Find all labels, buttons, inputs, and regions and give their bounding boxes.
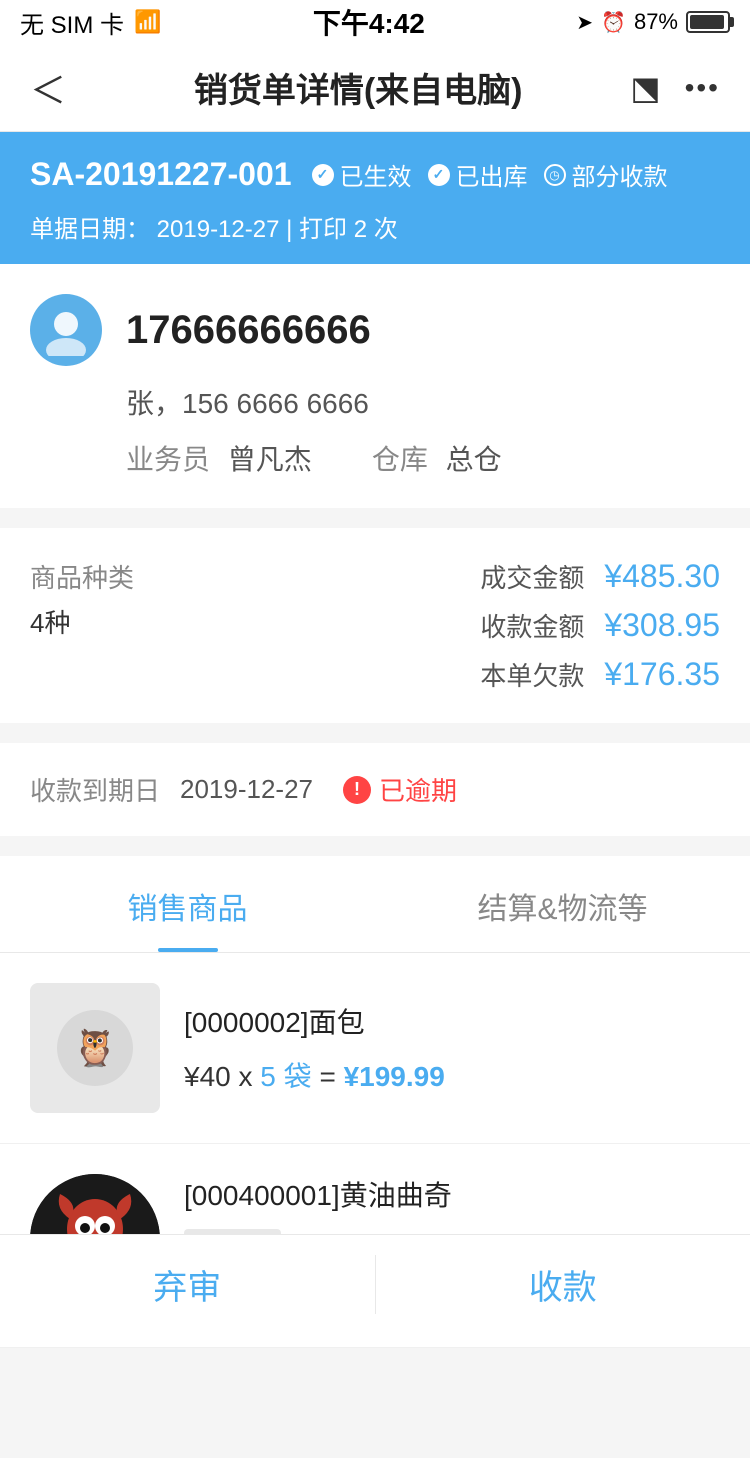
bottom-bar: 弃审 收款 — [0, 1234, 750, 1334]
badge-shipped: ✓ 已出库 — [428, 157, 528, 192]
order-badges: ✓ 已生效 ✓ 已出库 ◷ 部分收款 — [312, 157, 668, 192]
alarm-icon: ⏰ — [601, 10, 626, 35]
stat-deal-amount: 成交金额 ¥485.30 — [480, 558, 720, 595]
reject-button[interactable]: 弃审 — [0, 1235, 375, 1334]
date-label: 单据日期： — [30, 216, 150, 243]
date-separator: | — [286, 216, 299, 243]
overdue-icon: ! — [343, 776, 371, 804]
status-left: 无 SIM 卡 📶 — [20, 5, 161, 40]
stats-left: 商品种类 4种 — [30, 558, 134, 640]
status-time: 下午4:42 — [313, 2, 425, 42]
print-label: 打印 — [299, 216, 347, 243]
tabs-section: 销售商品 结算&物流等 — [0, 856, 750, 953]
warehouse-label: 仓库 — [372, 444, 428, 475]
battery-indicator — [686, 11, 730, 33]
product-name-2: [000400001]黄油曲奇 — [184, 1174, 720, 1214]
print-unit: 次 — [374, 216, 398, 243]
due-section: 收款到期日 2019-12-27 ! 已逾期 — [0, 743, 750, 836]
avatar-icon — [40, 304, 92, 356]
product-thumb-1: 🦉 — [30, 983, 160, 1113]
customer-contact: 张，156 6666 6666 — [126, 382, 720, 422]
share-button[interactable]: ⬔ — [630, 69, 660, 107]
check-icon-2: ✓ — [428, 164, 450, 186]
back-button[interactable]: ＜ — [30, 62, 66, 114]
product-placeholder-1: 🦉 — [30, 983, 160, 1113]
carrier-label: 无 SIM 卡 — [20, 5, 124, 40]
product-price-1: ¥40 — [184, 1061, 231, 1092]
stats-right: 成交金额 ¥485.30 收款金额 ¥308.95 本单欠款 ¥176.35 — [480, 558, 720, 693]
tab-sales-products[interactable]: 销售商品 — [0, 856, 375, 952]
product-price-row-1: ¥40 x 5 袋 = ¥199.99 — [184, 1055, 720, 1095]
stat-owed-amount: 本单欠款 ¥176.35 — [480, 656, 720, 693]
product-placeholder-icon-1: 🦉 — [55, 1008, 135, 1088]
product-unit-1: 袋 — [284, 1061, 312, 1092]
stats-section: 商品种类 4种 成交金额 ¥485.30 收款金额 ¥308.95 本单欠款 ¥… — [0, 528, 750, 723]
status-bar: 无 SIM 卡 📶 下午4:42 ➤ ⏰ 87% — [0, 0, 750, 44]
badge-effective: ✓ 已生效 — [312, 157, 412, 192]
tabs-row: 销售商品 结算&物流等 — [0, 856, 750, 953]
collect-button[interactable]: 收款 — [376, 1235, 750, 1334]
customer-id: 17666666666 — [126, 308, 371, 353]
order-id: SA-20191227-001 — [30, 156, 292, 193]
customer-section: 17666666666 张，156 6666 6666 业务员 曾凡杰 仓库 总… — [0, 264, 750, 508]
status-right: ➤ ⏰ 87% — [576, 9, 730, 35]
overdue-label: 已逾期 — [379, 771, 457, 808]
product-info-1: [0000002]面包 ¥40 x 5 袋 = ¥199.99 — [184, 983, 720, 1113]
more-button[interactable]: ••• — [685, 72, 720, 104]
product-types-value: 4种 — [30, 603, 134, 640]
customer-meta: 业务员 曾凡杰 仓库 总仓 — [126, 438, 720, 478]
customer-row: 17666666666 — [30, 294, 720, 366]
order-date-row: 单据日期： 2019-12-27 | 打印 2 次 — [30, 209, 720, 244]
badge-partial: ◷ 部分收款 — [544, 157, 668, 192]
battery-percent: 87% — [634, 9, 678, 35]
sales-rep-label: 业务员 — [126, 444, 210, 475]
nav-actions: ⬔ ••• — [630, 69, 720, 107]
order-header: SA-20191227-001 ✓ 已生效 ✓ 已出库 ◷ 部分收款 单据日期：… — [0, 132, 750, 264]
sales-rep-value: 曾凡杰 — [228, 444, 312, 475]
svg-text:🦉: 🦉 — [73, 1027, 118, 1068]
page-title: 销货单详情(来自电脑) — [86, 63, 630, 112]
product-qty-1: 5 — [260, 1061, 276, 1092]
wifi-icon: 📶 — [134, 9, 161, 35]
nav-bar: ＜ 销货单详情(来自电脑) ⬔ ••• — [0, 44, 750, 132]
avatar — [30, 294, 102, 366]
print-count: 2 — [354, 216, 367, 243]
product-total-1: ¥199.99 — [344, 1061, 445, 1092]
due-label: 收款到期日 — [30, 771, 160, 808]
stat-received-amount: 收款金额 ¥308.95 — [480, 607, 720, 644]
date-value: 2019-12-27 — [157, 216, 280, 243]
check-icon: ✓ — [312, 164, 334, 186]
product-item-1: 🦉 [0000002]面包 ¥40 x 5 袋 = ¥199.99 — [0, 953, 750, 1144]
tab-settlement[interactable]: 结算&物流等 — [375, 856, 750, 952]
warehouse-value: 总仓 — [446, 444, 502, 475]
due-date: 2019-12-27 — [180, 774, 313, 805]
clock-icon: ◷ — [544, 164, 566, 186]
location-icon: ➤ — [576, 10, 593, 35]
product-types-label: 商品种类 — [30, 558, 134, 595]
product-name-1: [0000002]面包 — [184, 1001, 720, 1041]
overdue-badge: ! 已逾期 — [343, 771, 457, 808]
stats-row: 商品种类 4种 成交金额 ¥485.30 收款金额 ¥308.95 本单欠款 ¥… — [30, 558, 720, 693]
